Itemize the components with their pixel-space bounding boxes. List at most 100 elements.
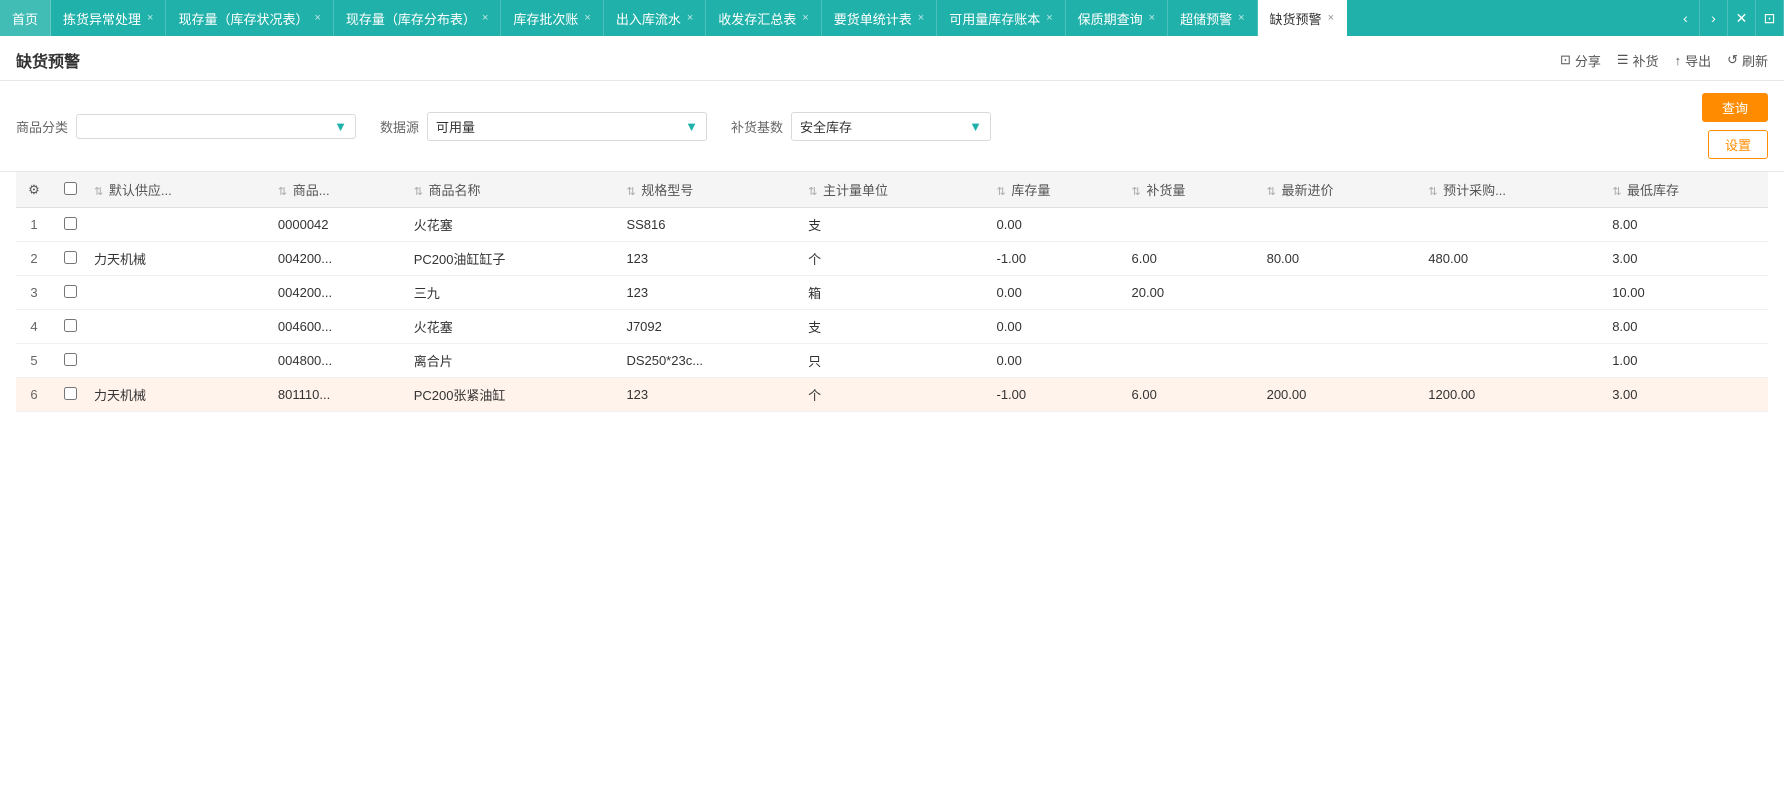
close-icon[interactable]: × xyxy=(1238,12,1244,24)
tab-maximize[interactable]: ⊡ xyxy=(1756,0,1784,36)
close-icon[interactable]: × xyxy=(1328,12,1334,24)
sort-icon: ⇅ xyxy=(278,186,287,198)
cell-estimated-purchase xyxy=(1422,310,1606,344)
tab-expiry-query[interactable]: 保质期查询 × xyxy=(1066,0,1168,36)
category-label: 商品分类 xyxy=(16,117,68,136)
col-default-supplier[interactable]: ⇅ 默认供应... xyxy=(88,172,272,208)
datasource-value: 可用量 xyxy=(436,117,475,136)
cell-latest-price xyxy=(1261,344,1423,378)
tab-available-ledger[interactable]: 可用量库存账本 × xyxy=(937,0,1065,36)
page-title: 缺货预警 xyxy=(16,48,80,72)
cell-spec: DS250*23c... xyxy=(620,344,802,378)
cell-stock-qty: 0.00 xyxy=(991,276,1126,310)
row-checkbox-cell xyxy=(52,310,88,344)
cell-default-supplier xyxy=(88,276,272,310)
main-content: 缺货预警 ⊡ 分享 ☰ 补货 ↑ 导出 ↺ 刷新 商品分类 xyxy=(0,36,1784,796)
col-checkbox xyxy=(52,172,88,208)
cell-unit: 个 xyxy=(802,242,990,276)
col-min-stock[interactable]: ⇅ 最低库存 xyxy=(1606,172,1768,208)
row-checkbox[interactable] xyxy=(64,319,77,332)
cell-unit: 个 xyxy=(802,378,990,412)
row-checkbox[interactable] xyxy=(64,285,77,298)
filter-row: 商品分类 ▼ 数据源 可用量 ▼ 补货基数 安全库存 ▼ xyxy=(16,112,1682,141)
tab-batch-account[interactable]: 库存批次账 × xyxy=(501,0,603,36)
col-latest-price[interactable]: ⇅ 最新进价 xyxy=(1261,172,1423,208)
tab-home[interactable]: 首页 xyxy=(0,0,51,36)
table-row: 1 0000042 火花塞 SS816 支 0.00 8.00 xyxy=(16,208,1768,242)
replenish-action[interactable]: ☰ 补货 xyxy=(1617,51,1659,70)
tab-scroll-left[interactable]: ‹ xyxy=(1672,0,1700,36)
col-unit[interactable]: ⇅ 主计量单位 xyxy=(802,172,990,208)
tab-scroll-right[interactable]: › xyxy=(1700,0,1728,36)
cell-product-code: 004800... xyxy=(272,344,408,378)
tab-stock-status[interactable]: 现存量（库存状况表） × xyxy=(166,0,333,36)
close-icon[interactable]: × xyxy=(687,12,693,24)
cell-estimated-purchase xyxy=(1422,276,1606,310)
query-button[interactable]: 查询 xyxy=(1702,93,1768,122)
col-product-code[interactable]: ⇅ 商品... xyxy=(272,172,408,208)
datasource-select[interactable]: 可用量 ▼ xyxy=(427,112,707,141)
cell-replenish-qty: 6.00 xyxy=(1126,378,1261,412)
cell-unit: 支 xyxy=(802,208,990,242)
cell-estimated-purchase: 1200.00 xyxy=(1422,378,1606,412)
cell-spec: SS816 xyxy=(620,208,802,242)
col-stock-qty[interactable]: ⇅ 库存量 xyxy=(991,172,1126,208)
cell-estimated-purchase xyxy=(1422,344,1606,378)
category-select[interactable]: ▼ xyxy=(76,114,356,139)
col-replenish-qty[interactable]: ⇅ 补货量 xyxy=(1126,172,1261,208)
close-icon[interactable]: × xyxy=(482,12,488,24)
close-icon[interactable]: × xyxy=(1046,12,1052,24)
row-number: 3 xyxy=(16,276,52,310)
close-icon[interactable]: × xyxy=(802,12,808,24)
row-checkbox[interactable] xyxy=(64,353,77,366)
col-product-name[interactable]: ⇅ 商品名称 xyxy=(408,172,621,208)
cell-min-stock: 8.00 xyxy=(1606,310,1768,344)
export-action[interactable]: ↑ 导出 xyxy=(1675,51,1712,70)
replenish-base-select[interactable]: 安全库存 ▼ xyxy=(791,112,991,141)
share-action[interactable]: ⊡ 分享 xyxy=(1560,51,1601,70)
tab-close-current[interactable]: ✕ xyxy=(1728,0,1756,36)
tab-stock-dist[interactable]: 现存量（库存分布表） × xyxy=(334,0,501,36)
datasource-filter-group: 数据源 可用量 ▼ xyxy=(380,112,707,141)
cell-replenish-qty: 6.00 xyxy=(1126,242,1261,276)
tab-order-stats[interactable]: 要货单统计表 × xyxy=(822,0,937,36)
close-icon[interactable]: × xyxy=(918,12,924,24)
cell-product-name: 火花塞 xyxy=(408,310,621,344)
col-settings[interactable]: ⚙ xyxy=(16,172,52,208)
cell-latest-price xyxy=(1261,208,1423,242)
table-row: 2 力天机械 004200... PC200油缸缸子 123 个 -1.00 6… xyxy=(16,242,1768,276)
replenish-base-value: 安全库存 xyxy=(800,117,852,136)
tab-overstock[interactable]: 超储预警 × xyxy=(1168,0,1257,36)
close-icon[interactable]: × xyxy=(1149,12,1155,24)
page-header: 缺货预警 ⊡ 分享 ☰ 补货 ↑ 导出 ↺ 刷新 xyxy=(0,36,1784,81)
row-checkbox[interactable] xyxy=(64,217,77,230)
share-icon: ⊡ xyxy=(1560,52,1571,68)
close-icon[interactable]: × xyxy=(314,12,320,24)
row-checkbox[interactable] xyxy=(64,251,77,264)
refresh-action[interactable]: ↺ 刷新 xyxy=(1727,51,1768,70)
settings-button[interactable]: 设置 xyxy=(1708,130,1768,159)
close-icon[interactable]: × xyxy=(584,12,590,24)
cell-estimated-purchase: 480.00 xyxy=(1422,242,1606,276)
table-row: 3 004200... 三九 123 箱 0.00 20.00 10.00 xyxy=(16,276,1768,310)
cell-stock-qty: 0.00 xyxy=(991,208,1126,242)
tab-inout-flow[interactable]: 出入库流水 × xyxy=(604,0,706,36)
row-number: 6 xyxy=(16,378,52,412)
col-estimated-purchase[interactable]: ⇅ 预计采购... xyxy=(1422,172,1606,208)
row-number: 2 xyxy=(16,242,52,276)
data-table: ⚙ ⇅ 默认供应... ⇅ 商品... ⇅ 商品名称 xyxy=(16,172,1768,412)
select-all-checkbox[interactable] xyxy=(64,182,77,195)
tab-shortage[interactable]: 缺货预警 × xyxy=(1258,0,1347,36)
cell-latest-price xyxy=(1261,276,1423,310)
cell-product-code: 0000042 xyxy=(272,208,408,242)
sort-icon: ⇅ xyxy=(1132,186,1141,198)
row-checkbox[interactable] xyxy=(64,387,77,400)
cell-product-code: 004200... xyxy=(272,242,408,276)
category-arrow-icon: ▼ xyxy=(334,119,347,134)
datasource-arrow-icon: ▼ xyxy=(685,119,698,134)
cell-stock-qty: -1.00 xyxy=(991,242,1126,276)
tab-collection-summary[interactable]: 收发存汇总表 × xyxy=(706,0,821,36)
close-icon[interactable]: × xyxy=(147,12,153,24)
tab-abnormal[interactable]: 拣货异常处理 × xyxy=(51,0,166,36)
col-spec[interactable]: ⇅ 规格型号 xyxy=(620,172,802,208)
